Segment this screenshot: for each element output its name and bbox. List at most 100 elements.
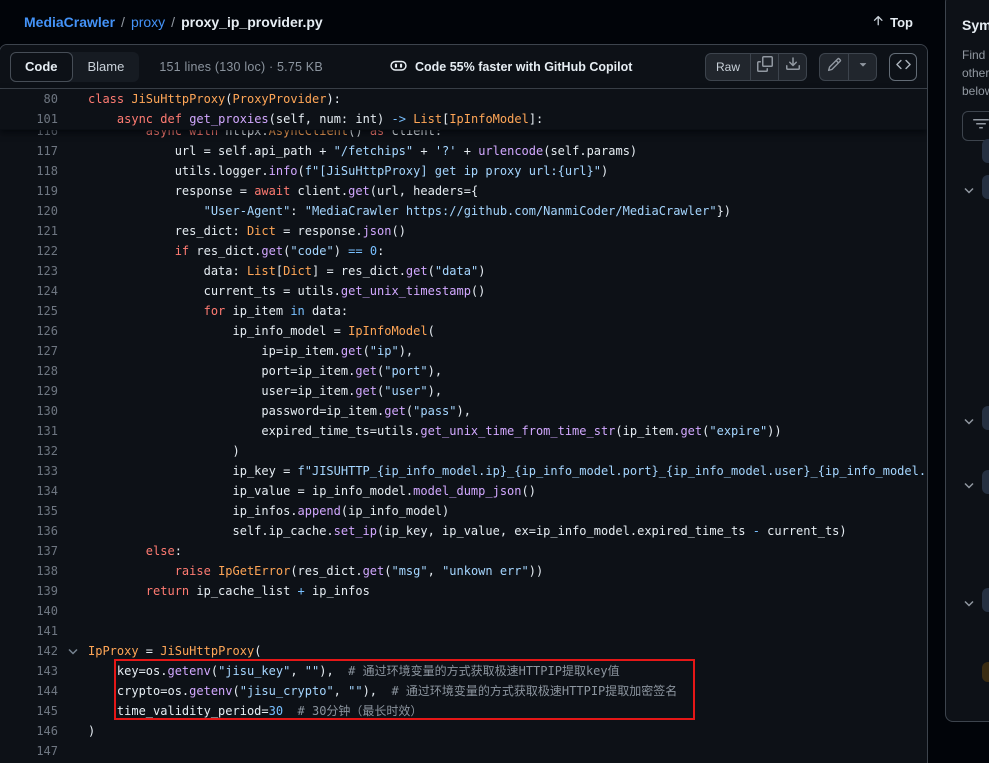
code-line: 146): [0, 721, 927, 741]
file-view-card: Code Blame 151 lines (130 loc) · 5.75 KB…: [0, 44, 928, 763]
chevron-down-icon[interactable]: [964, 412, 974, 430]
symbol-pill[interactable]: [982, 175, 989, 199]
top-link-label: Top: [890, 15, 913, 30]
line-number[interactable]: 128: [0, 361, 58, 381]
symbols-panel-toggle-button[interactable]: [889, 53, 917, 81]
code-line: 101 async def get_proxies(self, num: int…: [0, 109, 927, 129]
line-number[interactable]: 143: [0, 661, 58, 681]
line-number[interactable]: 145: [0, 701, 58, 721]
line-number[interactable]: 135: [0, 501, 58, 521]
code-line: 127 ip=ip_item.get("ip"),: [0, 341, 927, 361]
code-line: 131 expired_time_ts=utils.get_unix_time_…: [0, 421, 927, 441]
line-number[interactable]: 140: [0, 601, 58, 621]
line-number[interactable]: 117: [0, 141, 58, 161]
code-line: 133 ip_key = f"JISUHTTP_{ip_info_model.i…: [0, 461, 927, 481]
symbol-pill[interactable]: [982, 406, 989, 430]
code-line: 138 raise IpGetError(res_dict.get("msg",…: [0, 561, 927, 581]
line-number[interactable]: 118: [0, 161, 58, 181]
symbol-pill[interactable]: [982, 470, 989, 494]
download-raw-button[interactable]: [778, 54, 806, 80]
collapse-chevron-icon[interactable]: [58, 641, 88, 661]
code-line: 147: [0, 741, 927, 761]
line-number[interactable]: 121: [0, 221, 58, 241]
line-number[interactable]: 134: [0, 481, 58, 501]
code-viewer: 116 async with httpx.AsyncClient() as cl…: [0, 89, 927, 763]
line-number[interactable]: 142: [0, 641, 58, 661]
breadcrumb-folder-link[interactable]: proxy: [131, 14, 165, 30]
edit-file-button[interactable]: [820, 54, 848, 80]
line-number[interactable]: 141: [0, 621, 58, 641]
line-number[interactable]: 136: [0, 521, 58, 541]
file-meta-info: 151 lines (130 loc) · 5.75 KB: [159, 60, 323, 74]
symbol-list-item[interactable]: [946, 468, 989, 496]
edit-dropdown-button[interactable]: [848, 54, 876, 80]
line-number[interactable]: 144: [0, 681, 58, 701]
code-line: 118 utils.logger.info(f"[JiSuHttpProxy] …: [0, 161, 927, 181]
line-number[interactable]: 147: [0, 741, 58, 761]
line-number[interactable]: 120: [0, 201, 58, 221]
breadcrumb: MediaCrawler / proxy / proxy_ip_provider…: [24, 14, 323, 30]
copilot-banner-text: Code 55% faster with GitHub Copilot: [415, 60, 632, 74]
breadcrumb-repo-link[interactable]: MediaCrawler: [24, 14, 115, 30]
code-lines: 116 async with httpx.AsyncClient() as cl…: [0, 121, 927, 761]
copilot-banner[interactable]: Code 55% faster with GitHub Copilot: [390, 45, 632, 89]
line-number[interactable]: 133: [0, 461, 58, 481]
symbols-description-line: other symbols in this file by clicking a…: [962, 64, 989, 82]
download-icon: [785, 56, 801, 77]
code-line: 119 response = await client.get(url, hea…: [0, 181, 927, 201]
symbol-list-item[interactable]: [946, 586, 989, 614]
line-number[interactable]: 127: [0, 341, 58, 361]
code-line: 144 crypto=os.getenv("jisu_crypto", ""),…: [0, 681, 927, 701]
line-number[interactable]: 123: [0, 261, 58, 281]
breadcrumb-separator: /: [121, 14, 125, 30]
chevron-down-icon[interactable]: [964, 181, 974, 199]
tab-code[interactable]: Code: [10, 52, 73, 82]
symbol-list-item[interactable]: [946, 404, 989, 432]
symbols-description-line: below or in the code.: [962, 82, 989, 100]
raw-button-group: Raw: [705, 53, 807, 81]
symbol-list-item[interactable]: [946, 658, 989, 686]
caret-down-icon: [856, 57, 870, 76]
code-brackets-icon: [896, 57, 911, 77]
symbols-panel: Symbols Find definitions and references …: [945, 0, 989, 722]
copy-icon: [757, 56, 773, 77]
line-number[interactable]: 119: [0, 181, 58, 201]
symbol-pill[interactable]: [982, 139, 989, 163]
code-line: 117 url = self.api_path + "/fetchips" + …: [0, 141, 927, 161]
line-number[interactable]: 122: [0, 241, 58, 261]
code-line: 141: [0, 621, 927, 641]
line-number[interactable]: 129: [0, 381, 58, 401]
line-number[interactable]: 146: [0, 721, 58, 741]
line-number[interactable]: 126: [0, 321, 58, 341]
chevron-down-icon[interactable]: [964, 476, 974, 494]
symbol-list-item[interactable]: [946, 137, 989, 165]
tab-blame[interactable]: Blame: [73, 52, 140, 82]
line-number[interactable]: 138: [0, 561, 58, 581]
code-line: 129 user=ip_item.get("user"),: [0, 381, 927, 401]
chevron-down-icon[interactable]: [964, 594, 974, 612]
line-number[interactable]: 124: [0, 281, 58, 301]
symbol-pill[interactable]: [982, 588, 989, 612]
line-number[interactable]: 125: [0, 301, 58, 321]
code-blame-switcher: Code Blame: [10, 52, 139, 82]
line-number[interactable]: 131: [0, 421, 58, 441]
line-number[interactable]: 132: [0, 441, 58, 461]
line-number[interactable]: 137: [0, 541, 58, 561]
copy-raw-button[interactable]: [750, 54, 778, 80]
sticky-context-lines: 80class JiSuHttpProxy(ProxyProvider):101…: [0, 89, 927, 130]
line-number[interactable]: 80: [0, 89, 58, 109]
code-line: 135 ip_infos.append(ip_info_model): [0, 501, 927, 521]
symbol-pill[interactable]: [982, 662, 989, 682]
toolbar-actions: Raw: [705, 53, 917, 81]
symbol-list-item[interactable]: [946, 173, 989, 201]
raw-button[interactable]: Raw: [706, 54, 750, 80]
pencil-icon: [827, 57, 842, 77]
line-number[interactable]: 139: [0, 581, 58, 601]
back-to-top-link[interactable]: Top: [871, 14, 913, 31]
symbols-description-line: Find definitions and references for func…: [962, 46, 989, 64]
code-line: 130 password=ip_item.get("pass"),: [0, 401, 927, 421]
line-number[interactable]: 101: [0, 109, 58, 129]
code-line: 122 if res_dict.get("code") == 0:: [0, 241, 927, 261]
symbols-panel-description: Find definitions and references for func…: [962, 46, 989, 100]
line-number[interactable]: 130: [0, 401, 58, 421]
